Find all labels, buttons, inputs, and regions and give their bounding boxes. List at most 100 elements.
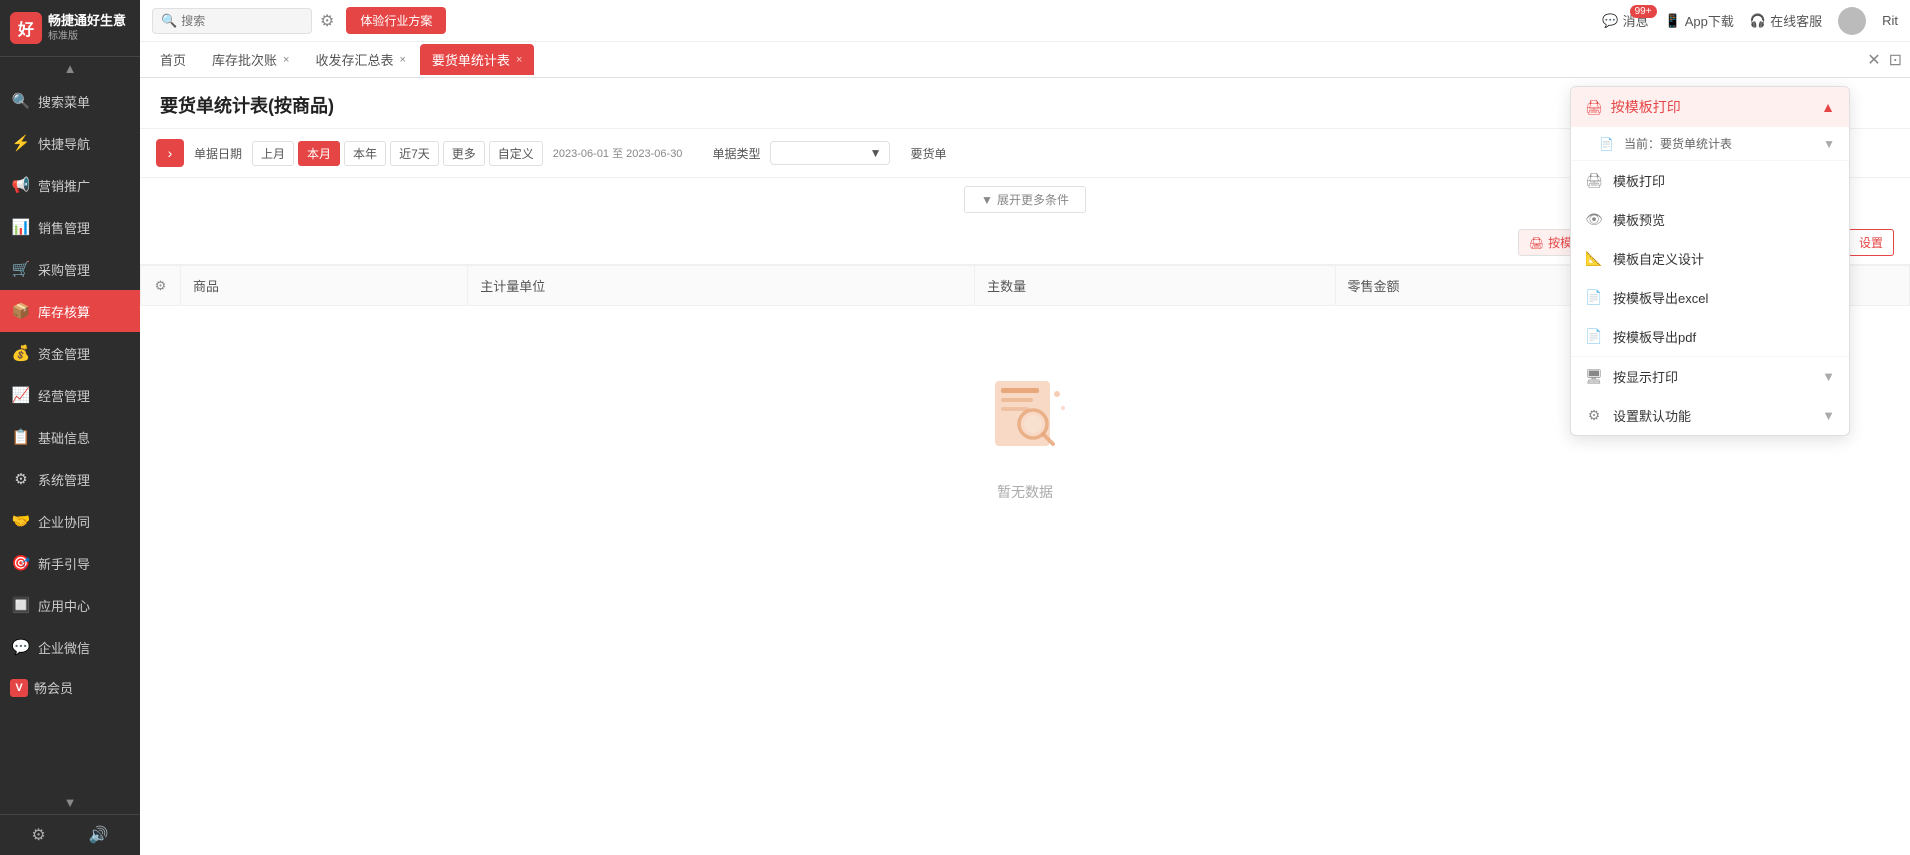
sidebar-item-inventory[interactable]: 📦 库存核算 bbox=[0, 290, 140, 332]
filter-toggle-button[interactable]: › bbox=[156, 139, 184, 167]
dropdown-item-set-default[interactable]: ⚙ 设置默认功能 ▼ bbox=[1571, 396, 1849, 435]
sidebar-item-basic[interactable]: 📋 基础信息 bbox=[0, 416, 140, 458]
print-dropdown-icon: 🖨 bbox=[1585, 99, 1603, 116]
sidebar-item-label: 企业微信 bbox=[38, 638, 90, 657]
sidebar-item-operation[interactable]: 📈 经营管理 bbox=[0, 374, 140, 416]
sidebar-scroll-up[interactable]: ▲ bbox=[0, 57, 140, 80]
chevron-down-icon: ▼ bbox=[870, 146, 882, 160]
template-print-icon: 🖨 bbox=[1585, 172, 1603, 190]
dropdown-item-export-pdf[interactable]: 📄 按模板导出pdf bbox=[1571, 317, 1849, 356]
expand-conditions-button[interactable]: ▼ 展开更多条件 bbox=[964, 186, 1086, 213]
tab-receipts[interactable]: 收发存汇总表 × bbox=[303, 44, 417, 75]
sidebar-item-label: 搜索菜单 bbox=[38, 92, 90, 111]
export-excel-icon: 📄 bbox=[1585, 289, 1603, 307]
template-design-icon: 📐 bbox=[1585, 250, 1603, 268]
user-avatar[interactable] bbox=[1838, 7, 1866, 35]
settings-button[interactable]: 设置 bbox=[1848, 229, 1894, 256]
sidebar-settings-icon[interactable]: ⚙ bbox=[31, 825, 45, 845]
page-title: 要货单统计表(按商品) bbox=[160, 96, 334, 116]
sidebar-item-wechat[interactable]: 💬 企业微信 bbox=[0, 626, 140, 668]
print-dropdown-header-left: 🖨 按模板打印 bbox=[1585, 97, 1681, 117]
sidebar-item-label: 畅会员 bbox=[34, 678, 73, 697]
sidebar: 好 畅捷通好生意 标准版 ▲ 🔍 搜索菜单 ⚡ 快捷导航 📢 营销推广 📊 销售… bbox=[0, 0, 140, 855]
table-header-goods: 商品 bbox=[181, 266, 468, 306]
topbar-search-box[interactable]: 🔍 bbox=[152, 8, 312, 34]
date-btn-7days[interactable]: 近7天 bbox=[390, 141, 439, 166]
sidebar-item-guide[interactable]: 🎯 新手引导 bbox=[0, 542, 140, 584]
tab-requisition-close[interactable]: × bbox=[516, 54, 522, 66]
template-preview-icon: 👁 bbox=[1585, 211, 1603, 229]
sidebar-item-vip[interactable]: V 畅会员 bbox=[0, 668, 140, 707]
dropdown-close-icon[interactable]: ▲ bbox=[1821, 99, 1835, 115]
dropdown-item-template-print[interactable]: 🖨 模板打印 bbox=[1571, 161, 1849, 200]
topbar-right: 💬 消息 99+ 📱 App下载 🎧 在线客服 Rit bbox=[1602, 7, 1898, 35]
order-type-select[interactable]: ▼ bbox=[770, 141, 890, 165]
tab-requisition-label: 要货单统计表 bbox=[432, 50, 510, 69]
sidebar-item-sales[interactable]: 📊 销售管理 bbox=[0, 206, 140, 248]
marketing-icon: 📢 bbox=[10, 174, 32, 196]
sidebar-item-collab[interactable]: 🤝 企业协同 bbox=[0, 500, 140, 542]
template-design-label: 模板自定义设计 bbox=[1613, 249, 1704, 268]
message-icon: 💬 bbox=[1602, 13, 1618, 29]
tab-batch[interactable]: 库存批次账 × bbox=[200, 44, 301, 75]
vip-icon: V bbox=[10, 679, 28, 697]
tab-batch-close[interactable]: × bbox=[283, 54, 289, 66]
sidebar-item-system[interactable]: ⚙ 系统管理 bbox=[0, 458, 140, 500]
headset-icon: 🎧 bbox=[1750, 13, 1766, 29]
set-default-icon: ⚙ bbox=[1585, 407, 1603, 425]
tabs-bar: 首页 库存批次账 × 收发存汇总表 × 要货单统计表 × ✕ ⊡ bbox=[140, 42, 1910, 78]
app-logo-icon: 好 bbox=[10, 12, 42, 44]
topbar-app-download[interactable]: 📱 App下载 bbox=[1665, 11, 1734, 30]
dropdown-item-template-preview[interactable]: 👁 模板预览 bbox=[1571, 200, 1849, 239]
search-input[interactable] bbox=[181, 14, 281, 28]
print-dropdown-title: 按模板打印 bbox=[1611, 97, 1681, 117]
expand-label: 展开更多条件 bbox=[997, 191, 1069, 208]
tab-batch-label: 库存批次账 bbox=[212, 50, 277, 69]
chevron-right-icon: › bbox=[168, 145, 173, 161]
dropdown-item-export-excel[interactable]: 📄 按模板导出excel bbox=[1571, 278, 1849, 317]
topbar-online-service[interactable]: 🎧 在线客服 bbox=[1750, 11, 1822, 30]
window-maximize-icon[interactable]: ⊡ bbox=[1889, 50, 1902, 70]
topbar-messages[interactable]: 💬 消息 99+ bbox=[1602, 11, 1648, 30]
finance-icon: 💰 bbox=[10, 342, 32, 364]
dropdown-item-display-print[interactable]: 🖥 按显示打印 ▼ bbox=[1571, 357, 1849, 396]
app-version: 标准版 bbox=[48, 30, 126, 43]
sidebar-item-purchase[interactable]: 🛒 采购管理 bbox=[0, 248, 140, 290]
online-service-label: 在线客服 bbox=[1770, 11, 1822, 30]
sidebar-item-appstore[interactable]: 🔲 应用中心 bbox=[0, 584, 140, 626]
topbar-gear-icon[interactable]: ⚙ bbox=[320, 11, 334, 31]
tab-requisition[interactable]: 要货单统计表 × bbox=[420, 44, 534, 75]
sidebar-item-finance[interactable]: 💰 资金管理 bbox=[0, 332, 140, 374]
date-btn-last-month[interactable]: 上月 bbox=[252, 141, 294, 166]
topbar-search-icon: 🔍 bbox=[161, 13, 177, 29]
sidebar-speaker-icon[interactable]: 🔊 bbox=[89, 825, 109, 845]
print-dropdown: 🖨 按模板打印 ▲ 📄 当前：要货单统计表 ▼ 🖨 模板打印 👁 模板预览 bbox=[1570, 86, 1850, 436]
sidebar-item-label: 系统管理 bbox=[38, 470, 90, 489]
sidebar-item-label: 快捷导航 bbox=[38, 134, 90, 153]
display-print-arrow: ▼ bbox=[1822, 369, 1835, 384]
dropdown-item-template-design[interactable]: 📐 模板自定义设计 bbox=[1571, 239, 1849, 278]
print-dropdown-current[interactable]: 📄 当前：要货单统计表 ▼ bbox=[1571, 127, 1849, 161]
sidebar-item-marketing[interactable]: 📢 营销推广 bbox=[0, 164, 140, 206]
table-header-settings[interactable]: ⚙ bbox=[141, 266, 181, 306]
tab-home[interactable]: 首页 bbox=[148, 44, 198, 75]
date-btn-this-year[interactable]: 本年 bbox=[344, 141, 386, 166]
wechat-icon: 💬 bbox=[10, 636, 32, 658]
print-dropdown-header[interactable]: 🖨 按模板打印 ▲ bbox=[1571, 87, 1849, 127]
tab-home-label: 首页 bbox=[160, 50, 186, 69]
date-btn-this-month[interactable]: 本月 bbox=[298, 141, 340, 166]
sidebar-scroll-down[interactable]: ▼ bbox=[0, 791, 140, 814]
sidebar-item-label: 销售管理 bbox=[38, 218, 90, 237]
sidebar-item-search[interactable]: 🔍 搜索菜单 bbox=[0, 80, 140, 122]
window-close-icon[interactable]: ✕ bbox=[1867, 50, 1880, 70]
trial-industry-button[interactable]: 体验行业方案 bbox=[346, 7, 446, 34]
order-category-label: 要货单 bbox=[910, 145, 946, 162]
empty-state-illustration bbox=[975, 366, 1075, 466]
main-area: 🔍 ⚙ 体验行业方案 💬 消息 99+ 📱 App下载 🎧 在线客服 Rit bbox=[140, 0, 1910, 855]
table-config-icon[interactable]: ⚙ bbox=[155, 278, 167, 293]
sidebar-item-shortcut[interactable]: ⚡ 快捷导航 bbox=[0, 122, 140, 164]
message-badge: 99+ bbox=[1630, 5, 1657, 18]
date-btn-custom[interactable]: 自定义 bbox=[489, 141, 543, 166]
tab-receipts-close[interactable]: × bbox=[399, 54, 405, 66]
date-btn-more[interactable]: 更多 bbox=[443, 141, 485, 166]
